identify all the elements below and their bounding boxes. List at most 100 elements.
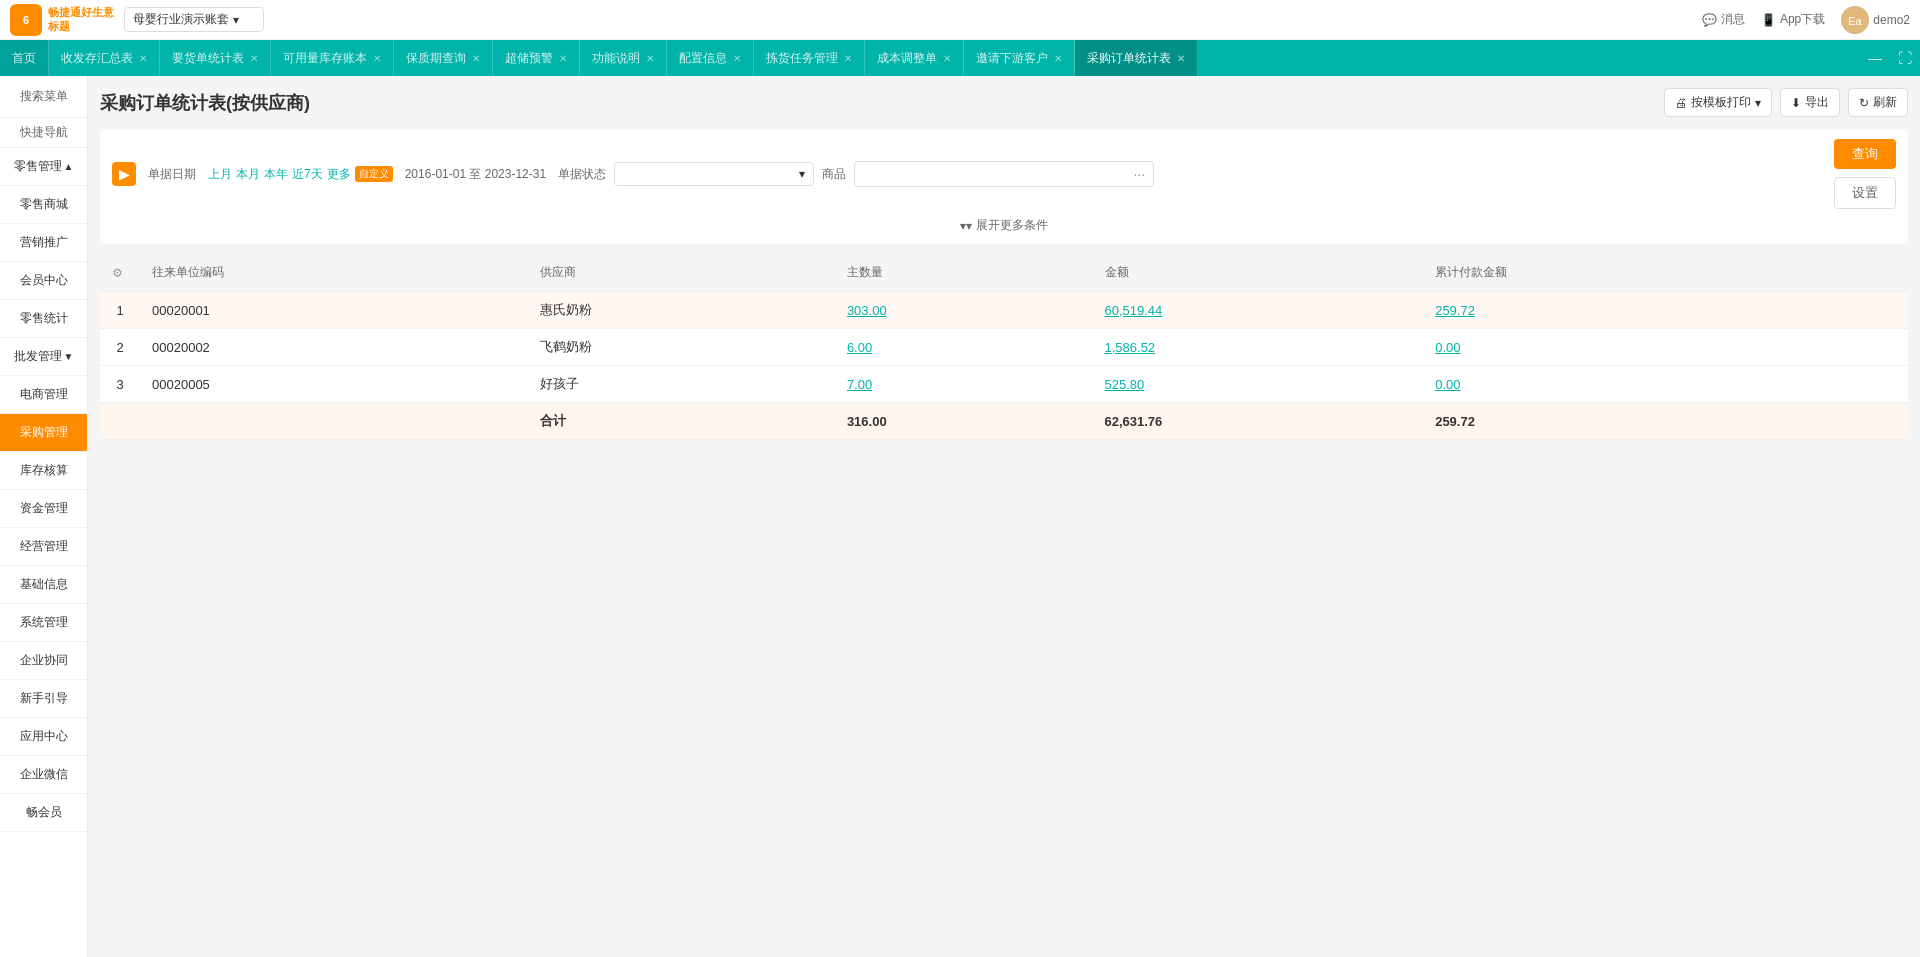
page-title: 采购订单统计表(按供应商): [100, 91, 310, 115]
top-bar-right: 💬 消息 📱 App下载 Ea demo2: [1702, 6, 1910, 34]
sidebar-item-ecommerce[interactable]: 电商管理: [0, 376, 87, 414]
close-icon[interactable]: ✕: [1054, 53, 1062, 64]
th-supplier: 供应商: [528, 254, 835, 292]
close-icon[interactable]: ✕: [844, 53, 852, 64]
chevron-down-icon: ▾: [1755, 96, 1761, 110]
sidebar-item-guide[interactable]: 新手引导: [0, 680, 87, 718]
td-summary-label: 合计: [528, 403, 835, 440]
td-paid[interactable]: 259.72: [1423, 292, 1811, 329]
td-seq: 3: [100, 366, 140, 403]
sidebar-item-enterprise[interactable]: 企业协同: [0, 642, 87, 680]
top-bar: 6 畅捷通好生意 标题 母婴行业演示账套 ▾ 💬 消息 📱 App下载 Ea d…: [0, 0, 1920, 40]
shortcut-more[interactable]: 更多: [327, 166, 351, 183]
sidebar-item-member[interactable]: 会员中心: [0, 262, 87, 300]
tab-home[interactable]: 首页: [0, 40, 49, 76]
sidebar-item-basic-info[interactable]: 基础信息: [0, 566, 87, 604]
app-download-action[interactable]: 📱 App下载: [1761, 11, 1825, 28]
tab-summary[interactable]: 收发存汇总表 ✕: [49, 40, 160, 76]
minimize-button[interactable]: —: [1860, 40, 1890, 76]
query-button[interactable]: 查询: [1834, 139, 1896, 169]
td-seq: 1: [100, 292, 140, 329]
td-code: 00020002: [140, 329, 528, 366]
goods-label: 商品: [822, 166, 846, 183]
close-icon[interactable]: ✕: [943, 53, 951, 64]
td-supplier: 惠氏奶粉: [528, 292, 835, 329]
search-menu-button[interactable]: 搜索菜单: [6, 84, 81, 109]
sidebar-item-wechat[interactable]: 企业微信: [0, 756, 87, 794]
settings-icon: ⚙: [112, 266, 123, 280]
td-quantity[interactable]: 6.00: [835, 329, 1093, 366]
td-amount[interactable]: 1,586.52: [1093, 329, 1424, 366]
summary-row: 合计 316.00 62,631.76 259.72: [100, 403, 1908, 440]
sidebar-item-app-center[interactable]: 应用中心: [0, 718, 87, 756]
td-amount[interactable]: 60,519.44: [1093, 292, 1424, 329]
td-paid[interactable]: 0.00: [1423, 366, 1811, 403]
goods-input[interactable]: ···: [854, 161, 1154, 187]
message-action[interactable]: 💬 消息: [1702, 11, 1745, 28]
nav-tabs: 首页 收发存汇总表 ✕ 要货单统计表 ✕ 可用量库存账本 ✕ 保质期查询 ✕ 超…: [0, 40, 1920, 76]
tab-purchase-stat[interactable]: 采购订单统计表 ✕: [1075, 40, 1198, 76]
tab-invite[interactable]: 邀请下游客户 ✕: [964, 40, 1075, 76]
td-code-summary: [140, 403, 528, 440]
close-icon[interactable]: ✕: [139, 53, 147, 64]
logo-area: 6 畅捷通好生意 标题: [10, 4, 114, 36]
filter-toggle-button[interactable]: ▶: [112, 162, 136, 186]
chevron-down-icon: ▾▾: [960, 219, 972, 233]
td-supplier: 飞鹤奶粉: [528, 329, 835, 366]
content-area: 采购订单统计表(按供应商) 🖨 按模板打印 ▾ ⬇ 导出 ↻ 刷新: [88, 76, 1920, 957]
close-icon[interactable]: ✕: [733, 53, 741, 64]
sidebar-item-inventory[interactable]: 库存核算: [0, 452, 87, 490]
export-button[interactable]: ⬇ 导出: [1780, 88, 1840, 117]
shortcut-this-month[interactable]: 本月: [236, 166, 260, 183]
sidebar-item-marketing[interactable]: 营销推广: [0, 224, 87, 262]
sidebar-item-retail-mall[interactable]: 零售商城: [0, 186, 87, 224]
td-paid[interactable]: 0.00: [1423, 329, 1811, 366]
tab-stock-book[interactable]: 可用量库存账本 ✕: [271, 40, 394, 76]
tab-overstock[interactable]: 超储预警 ✕: [493, 40, 580, 76]
tab-config[interactable]: 配置信息 ✕: [667, 40, 754, 76]
custom-badge: 自定义: [355, 166, 393, 182]
shortcut-last-month[interactable]: 上月: [208, 166, 232, 183]
sidebar-item-vip[interactable]: 畅会员: [0, 794, 87, 832]
tab-function-desc[interactable]: 功能说明 ✕: [580, 40, 667, 76]
td-seq: 2: [100, 329, 140, 366]
table-row: 3 00020005 好孩子 7.00 525.80 0.00: [100, 366, 1908, 403]
close-icon[interactable]: ✕: [373, 53, 381, 64]
user-avatar[interactable]: Ea demo2: [1841, 6, 1910, 34]
print-button[interactable]: 🖨 按模板打印 ▾: [1664, 88, 1772, 117]
tab-expiry[interactable]: 保质期查询 ✕: [394, 40, 493, 76]
tab-pick-task[interactable]: 拣货任务管理 ✕: [754, 40, 865, 76]
sidebar-item-finance[interactable]: 资金管理: [0, 490, 87, 528]
th-settings[interactable]: ⚙: [100, 254, 140, 292]
td-quantity[interactable]: 303.00: [835, 292, 1093, 329]
maximize-button[interactable]: ⛶: [1890, 40, 1920, 76]
sidebar-item-retail-stat[interactable]: 零售统计: [0, 300, 87, 338]
th-quantity: 主数量: [835, 254, 1093, 292]
refresh-button[interactable]: ↻ 刷新: [1848, 88, 1908, 117]
data-table: ⚙ 往来单位编码 供应商 主数量 金额 累计付款金额 1 00020001: [100, 254, 1908, 440]
tab-cost-adjust[interactable]: 成本调整单 ✕: [865, 40, 964, 76]
close-icon[interactable]: ✕: [646, 53, 654, 64]
th-code: 往来单位编码: [140, 254, 528, 292]
sidebar-item-system[interactable]: 系统管理: [0, 604, 87, 642]
close-icon[interactable]: ✕: [1177, 53, 1185, 64]
close-icon[interactable]: ✕: [559, 53, 567, 64]
expand-button[interactable]: ▾▾ 展开更多条件: [960, 217, 1048, 234]
close-icon[interactable]: ✕: [250, 53, 258, 64]
shortcut-7days[interactable]: 近7天: [292, 166, 323, 183]
tab-order-stat[interactable]: 要货单统计表 ✕: [160, 40, 271, 76]
sidebar-item-retail-mgmt[interactable]: 零售管理 ▲: [0, 148, 87, 186]
page-actions: 🖨 按模板打印 ▾ ⬇ 导出 ↻ 刷新: [1664, 88, 1908, 117]
td-amount[interactable]: 525.80: [1093, 366, 1424, 403]
status-select[interactable]: ▾: [614, 162, 814, 186]
account-selector[interactable]: 母婴行业演示账套 ▾: [124, 7, 264, 32]
quick-nav-button[interactable]: 快捷导航: [0, 118, 87, 148]
settings-button[interactable]: 设置: [1834, 177, 1896, 209]
shortcut-this-year[interactable]: 本年: [264, 166, 288, 183]
sidebar-item-wholesale[interactable]: 批发管理 ▼: [0, 338, 87, 376]
sidebar-item-operations[interactable]: 经营管理: [0, 528, 87, 566]
table-row: 1 00020001 惠氏奶粉 303.00 60,519.44 259.72: [100, 292, 1908, 329]
close-icon[interactable]: ✕: [472, 53, 480, 64]
td-quantity[interactable]: 7.00: [835, 366, 1093, 403]
sidebar-item-purchase[interactable]: 采购管理: [0, 414, 87, 452]
